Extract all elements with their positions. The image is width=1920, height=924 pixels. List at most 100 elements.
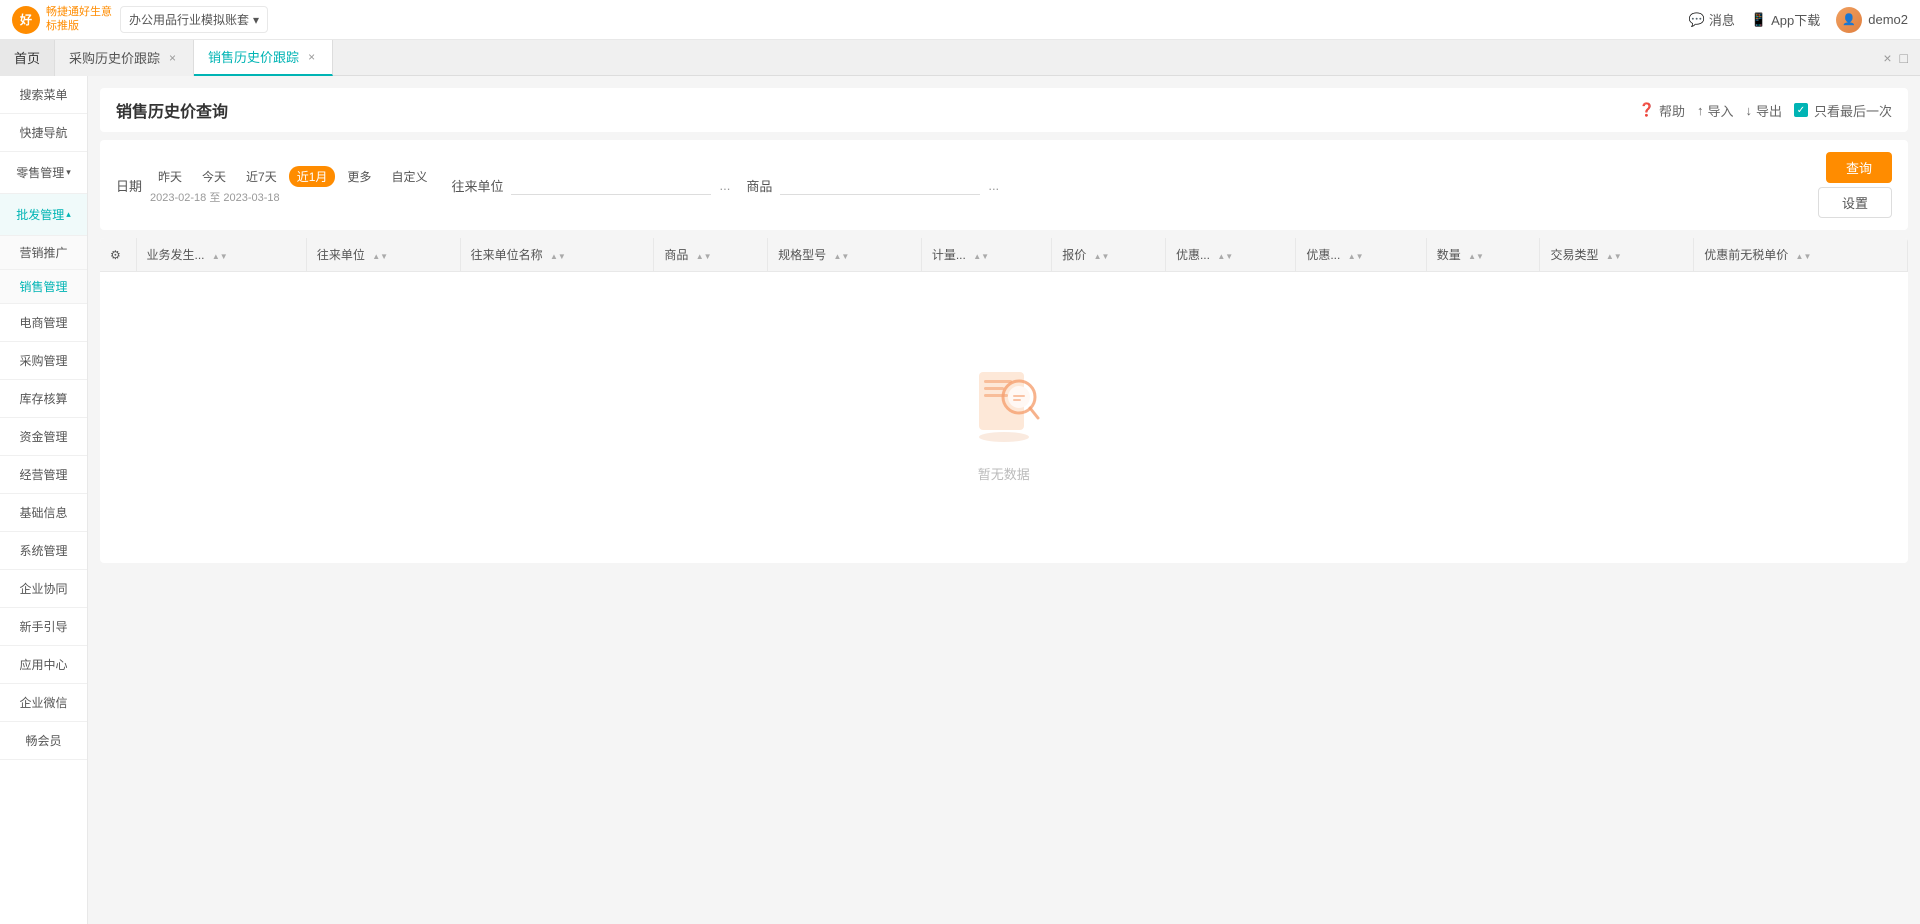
date-pills-area: 昨天 今天 近7天 近1月 更多 自定义 2023-02-18 至 2023-0… <box>150 166 435 205</box>
app-download-action[interactable]: 📱 App下载 <box>1751 10 1820 29</box>
query-button[interactable]: 查询 <box>1826 152 1892 183</box>
sidebar-item-search-menu[interactable]: 搜索菜单 <box>0 76 87 114</box>
sidebar-item-system[interactable]: 系统管理 <box>0 532 87 570</box>
tab-purchase-history[interactable]: 采购历史价跟踪 × <box>55 40 194 76</box>
import-action[interactable]: ↑ 导入 <box>1697 101 1734 120</box>
table-col-counterpart-name[interactable]: 往来单位名称 ▲▼ <box>460 238 654 272</box>
page-title: 销售历史价查询 <box>116 98 228 122</box>
empty-text: 暂无数据 <box>978 464 1030 483</box>
sidebar-item-sales-mgmt[interactable]: 销售管理 <box>0 270 87 304</box>
date-filter-group: 日期 昨天 今天 近7天 近1月 更多 自定义 2023-02-18 至 202… <box>116 166 435 205</box>
counterpart-filter-group: 往来单位 ... <box>451 175 730 195</box>
sort-arrows-trade-type: ▲▼ <box>1606 253 1622 261</box>
header-right: 💬 消息 📱 App下载 👤 demo2 <box>1689 7 1908 33</box>
tab-maximize-icon[interactable]: □ <box>1900 50 1908 66</box>
table-col-discount1[interactable]: 优惠... ▲▼ <box>1165 238 1295 272</box>
date-pill-custom[interactable]: 自定义 <box>383 166 435 187</box>
tab-sales-history[interactable]: 销售历史价跟踪 × <box>194 40 333 76</box>
workspace-selector[interactable]: 办公用品行业模拟账套 ▾ <box>120 6 268 33</box>
table-col-product[interactable]: 商品 ▲▼ <box>654 238 768 272</box>
sidebar-item-beginner[interactable]: 新手引导 <box>0 608 87 646</box>
tab-home[interactable]: 首页 <box>0 40 55 76</box>
sort-arrows-business-date: ▲▼ <box>212 253 228 261</box>
chevron-down-icon: ▾ <box>66 167 71 178</box>
sidebar-item-member[interactable]: 畅会员 <box>0 722 87 760</box>
sidebar-item-marketing[interactable]: 营销推广 <box>0 236 87 270</box>
tab-bar: 首页 采购历史价跟踪 × 销售历史价跟踪 × × □ <box>0 40 1920 76</box>
chevron-up-icon: ▴ <box>66 209 71 220</box>
sidebar-item-inventory[interactable]: 库存核算 <box>0 380 87 418</box>
sort-arrows-pretax-price: ▲▼ <box>1796 253 1812 261</box>
only-last-checkbox-area[interactable]: ✓ 只看最后一次 <box>1794 101 1892 120</box>
counterpart-label: 往来单位 <box>451 176 503 195</box>
table-col-discount2[interactable]: 优惠... ▲▼ <box>1296 238 1426 272</box>
table-col-gear[interactable]: ⚙ <box>100 238 136 272</box>
download-icon: 📱 <box>1751 12 1767 28</box>
counterpart-input[interactable] <box>511 175 711 195</box>
sort-arrows-discount2: ▲▼ <box>1348 253 1364 261</box>
sort-arrows-counterpart: ▲▼ <box>372 253 388 261</box>
product-label: 商品 <box>746 176 772 195</box>
message-icon: 💬 <box>1689 12 1705 28</box>
product-filter-group: 商品 ... <box>746 175 999 195</box>
header-left: 好 畅捷通好生意 标推版 办公用品行业模拟账套 ▾ <box>12 6 268 34</box>
table-col-quantity[interactable]: 数量 ▲▼ <box>1426 238 1540 272</box>
user-area[interactable]: 👤 demo2 <box>1836 7 1908 33</box>
date-pill-last1month[interactable]: 近1月 <box>289 166 336 187</box>
main-layout: 搜索菜单 快捷导航 零售管理 ▾ 批发管理 ▴ 营销推广 销售管理 电商管理 采… <box>0 76 1920 924</box>
sidebar-item-ecommerce[interactable]: 电商管理 <box>0 304 87 342</box>
empty-state-row: 暂无数据 <box>100 272 1908 564</box>
only-last-checkbox[interactable]: ✓ <box>1794 103 1808 117</box>
counterpart-dots[interactable]: ... <box>719 178 730 193</box>
date-label: 日期 <box>116 176 142 195</box>
table-col-quote[interactable]: 报价 ▲▼ <box>1052 238 1166 272</box>
logo-area: 好 畅捷通好生意 标推版 <box>12 6 112 34</box>
table-col-spec[interactable]: 规格型号 ▲▼ <box>768 238 922 272</box>
tab-purchase-history-close[interactable]: × <box>166 50 179 66</box>
sidebar-item-app-center[interactable]: 应用中心 <box>0 646 87 684</box>
table-header-row: ⚙ 业务发生... ▲▼ 往来单位 ▲▼ 往来单位名称 ▲▼ <box>100 238 1908 272</box>
date-pill-more[interactable]: 更多 <box>339 166 379 187</box>
avatar: 👤 <box>1836 7 1862 33</box>
empty-icon <box>954 352 1054 452</box>
date-pill-yesterday[interactable]: 昨天 <box>150 166 190 187</box>
tab-close-all-icon[interactable]: × <box>1883 50 1891 66</box>
table-col-pretax-price[interactable]: 优惠前无税单价 ▲▼ <box>1694 238 1908 272</box>
content-area: 销售历史价查询 ❓ 帮助 ↑ 导入 ↓ 导出 ✓ 只看最后一次 <box>88 76 1920 924</box>
table-col-trade-type[interactable]: 交易类型 ▲▼ <box>1540 238 1694 272</box>
sidebar-item-quick-nav[interactable]: 快捷导航 <box>0 114 87 152</box>
product-input[interactable] <box>780 175 980 195</box>
top-header: 好 畅捷通好生意 标推版 办公用品行业模拟账套 ▾ 💬 消息 📱 App下载 👤… <box>0 0 1920 40</box>
sidebar-item-finance[interactable]: 资金管理 <box>0 418 87 456</box>
tab-sales-history-close[interactable]: × <box>305 49 318 65</box>
table-col-unit[interactable]: 计量... ▲▼ <box>921 238 1051 272</box>
sidebar-item-purchase[interactable]: 采购管理 <box>0 342 87 380</box>
sidebar-item-wholesale-mgmt[interactable]: 批发管理 ▴ <box>0 194 87 236</box>
help-action[interactable]: ❓ 帮助 <box>1639 101 1685 120</box>
sidebar-item-enterprise[interactable]: 企业协同 <box>0 570 87 608</box>
table-col-business-date[interactable]: 业务发生... ▲▼ <box>136 238 306 272</box>
sort-arrows-quantity: ▲▼ <box>1468 253 1484 261</box>
export-action[interactable]: ↓ 导出 <box>1745 101 1782 120</box>
message-action[interactable]: 💬 消息 <box>1689 10 1735 29</box>
date-pill-last7days[interactable]: 近7天 <box>238 166 285 187</box>
sidebar-item-enterprise-wechat[interactable]: 企业微信 <box>0 684 87 722</box>
sort-arrows-spec: ▲▼ <box>833 253 849 261</box>
filter-bar: 日期 昨天 今天 近7天 近1月 更多 自定义 2023-02-18 至 202… <box>100 140 1908 230</box>
sidebar: 搜索菜单 快捷导航 零售管理 ▾ 批发管理 ▴ 营销推广 销售管理 电商管理 采… <box>0 76 88 924</box>
table-col-counterpart[interactable]: 往来单位 ▲▼ <box>306 238 460 272</box>
date-pill-today[interactable]: 今天 <box>194 166 234 187</box>
sort-arrows-discount1: ▲▼ <box>1217 253 1233 261</box>
sidebar-item-retail-mgmt[interactable]: 零售管理 ▾ <box>0 152 87 194</box>
sidebar-item-operations[interactable]: 经营管理 <box>0 456 87 494</box>
page-title-bar: 销售历史价查询 ❓ 帮助 ↑ 导入 ↓ 导出 ✓ 只看最后一次 <box>100 88 1908 132</box>
sidebar-item-basic-info[interactable]: 基础信息 <box>0 494 87 532</box>
help-icon: ❓ <box>1639 102 1655 118</box>
settings-button[interactable]: 设置 <box>1818 187 1892 218</box>
export-icon: ↓ <box>1745 103 1752 118</box>
date-pills: 昨天 今天 近7天 近1月 更多 自定义 <box>150 166 435 187</box>
sort-arrows-product: ▲▼ <box>696 253 712 261</box>
sort-arrows-counterpart-name: ▲▼ <box>550 253 566 261</box>
product-dots[interactable]: ... <box>988 178 999 193</box>
empty-state-cell: 暂无数据 <box>100 272 1908 564</box>
